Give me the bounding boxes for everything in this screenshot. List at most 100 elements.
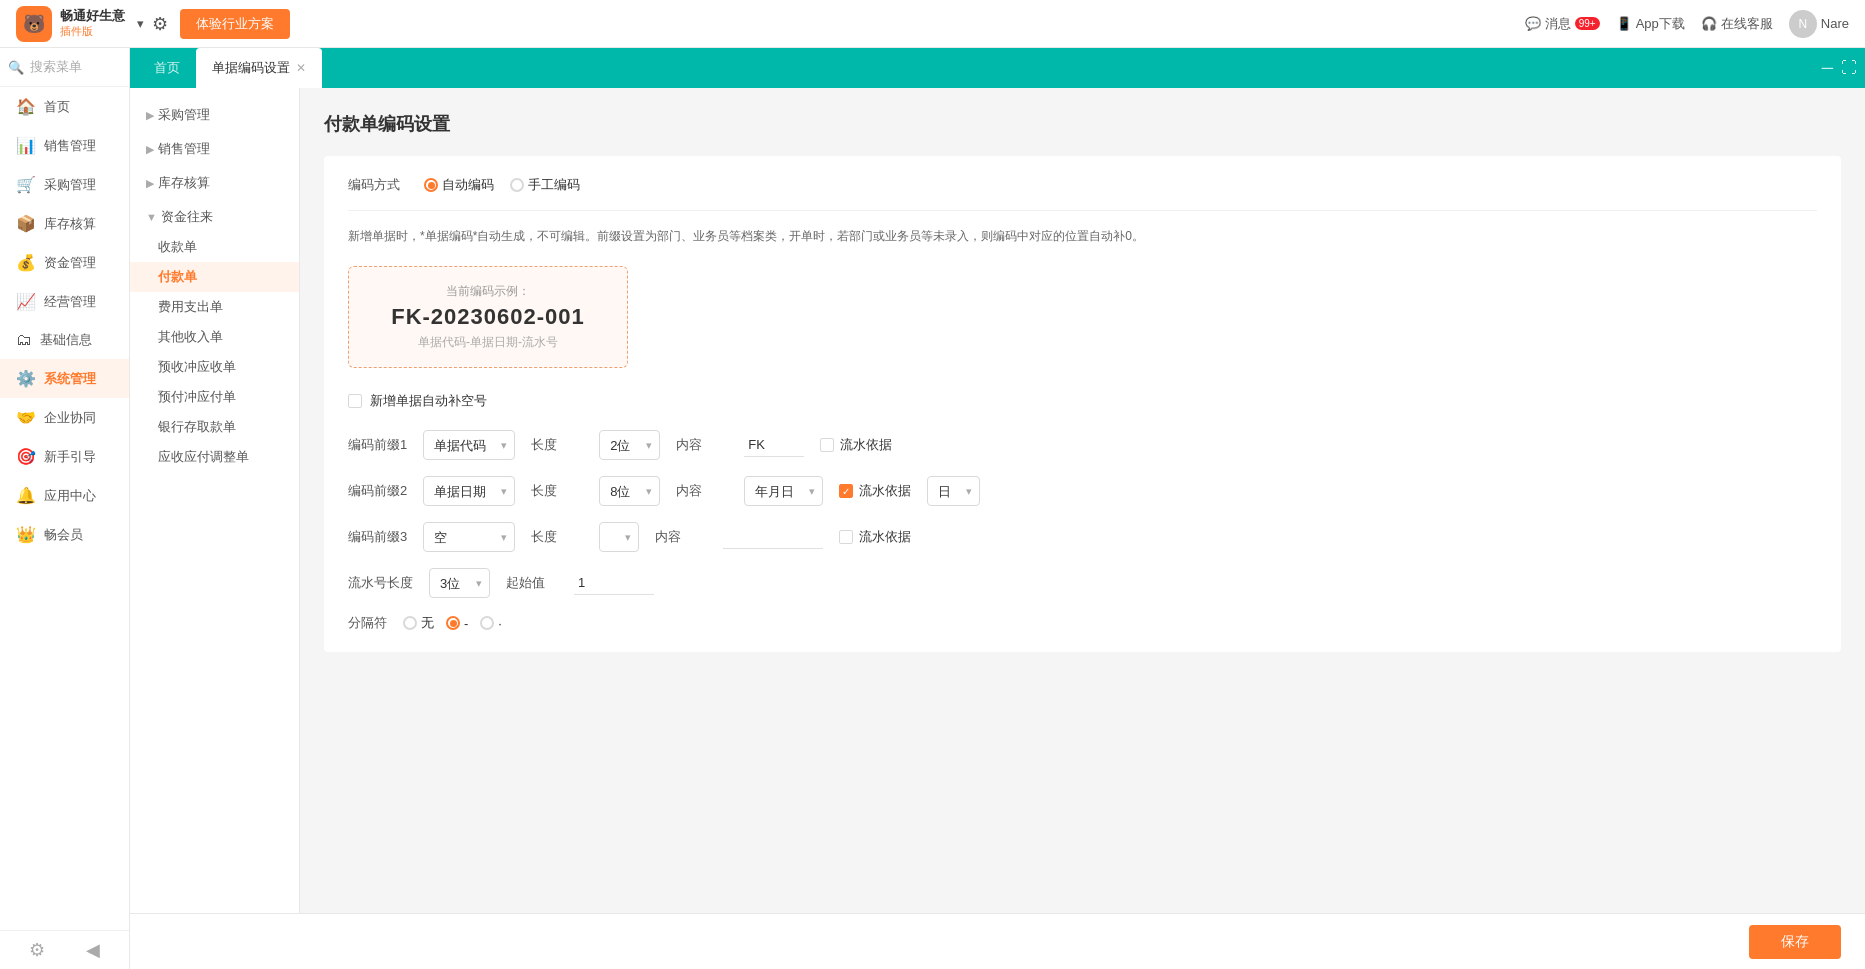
separator-row: 分隔符 无 - · [348, 614, 1817, 632]
online-service-label: 在线客服 [1721, 15, 1773, 33]
capital-icon: 💰 [16, 253, 36, 272]
sep-dot-radio[interactable] [446, 616, 460, 630]
sep-none-option[interactable]: 无 [403, 614, 434, 632]
prefix1-flow-checkbox[interactable]: 流水依据 [820, 436, 892, 454]
sidebar-item-sales[interactable]: 📊 销售管理 [0, 126, 129, 165]
avatar: N [1789, 10, 1817, 38]
app-download-item[interactable]: 📱 App下载 [1616, 15, 1685, 33]
prefix1-length-label: 长度 [531, 436, 583, 454]
sidebar-search[interactable]: 🔍 搜索菜单 [0, 48, 129, 87]
page-content: ▶ 采购管理 ▶ 销售管理 ▶ 库存核算 [130, 88, 1865, 913]
sidebar-item-guide[interactable]: 🎯 新手引导 [0, 437, 129, 476]
top-bar-right: 💬 消息 99+ 📱 App下载 🎧 在线客服 N Nare [1525, 10, 1849, 38]
online-service-item[interactable]: 🎧 在线客服 [1701, 15, 1773, 33]
prefix1-select[interactable]: 单据代码 单据日期 空 [423, 430, 515, 460]
prefix2-flow-box[interactable] [839, 484, 853, 498]
sub-group-stock: ▶ 库存核算 [130, 168, 299, 198]
sub-group-stock-title[interactable]: ▶ 库存核算 [130, 168, 299, 198]
sub-item-expense[interactable]: 费用支出单 [130, 292, 299, 322]
prefix2-length-select[interactable]: 8位 4位 6位 [599, 476, 660, 506]
prefix2-content-select[interactable]: 年月日 年月 年 [744, 476, 823, 506]
sub-item-bank[interactable]: 银行存取款单 [130, 412, 299, 442]
sub-group-label: 销售管理 [158, 140, 210, 158]
auto-encode-option[interactable]: 自动编码 [424, 176, 494, 194]
prefix2-period-select[interactable]: 日 月 年 [927, 476, 980, 506]
sub-group-purchase-title[interactable]: ▶ 采购管理 [130, 100, 299, 130]
tab-close-icon[interactable]: ✕ [296, 61, 306, 75]
sidebar-item-operation[interactable]: 📈 经营管理 [0, 282, 129, 321]
prefix1-content-input[interactable] [744, 433, 804, 457]
sidebar-item-home[interactable]: 🏠 首页 [0, 87, 129, 126]
save-button[interactable]: 保存 [1749, 925, 1841, 959]
prefix3-select[interactable]: 空 单据代码 单据日期 [423, 522, 515, 552]
sub-item-advance-payable[interactable]: 预付冲应付单 [130, 382, 299, 412]
sep-dot2-radio[interactable] [480, 616, 494, 630]
sub-group-sales-title[interactable]: ▶ 销售管理 [130, 134, 299, 164]
sidebar-item-purchase[interactable]: 🛒 采购管理 [0, 165, 129, 204]
prefix2-select[interactable]: 单据日期 单据代码 空 [423, 476, 515, 506]
preview-box: 当前编码示例： FK-20230602-001 单据代码-单据日期-流水号 [348, 266, 628, 368]
trial-button[interactable]: 体验行业方案 [180, 9, 290, 39]
settings-icon[interactable]: ⚙ [152, 13, 168, 35]
user-avatar-item[interactable]: N Nare [1789, 10, 1849, 38]
tab-home[interactable]: 首页 [138, 48, 196, 88]
sub-item-advance-receivable[interactable]: 预收冲应收单 [130, 352, 299, 382]
serial-length-select[interactable]: 3位 4位 5位 [429, 568, 490, 598]
prefix3-content-input[interactable] [723, 525, 823, 549]
prefix1-length-select[interactable]: 2位 4位 6位 [599, 430, 660, 460]
prefix1-length-select-wrap: 2位 4位 6位 [599, 430, 660, 460]
separator-options: 无 - · [403, 614, 502, 632]
sidebar-item-stock[interactable]: 📦 库存核算 [0, 204, 129, 243]
sub-group-label: 采购管理 [158, 106, 210, 124]
sidebar-item-capital[interactable]: 💰 资金管理 [0, 243, 129, 282]
sub-group-capital-title[interactable]: ▼ 资金往来 [130, 202, 299, 232]
sidebar-item-base[interactable]: 🗂 基础信息 [0, 321, 129, 359]
username-label: Nare [1821, 16, 1849, 31]
start-value-label: 起始值 [506, 574, 558, 592]
logo-text-block: 畅通好生意 插件版 [60, 8, 125, 39]
sub-item-receipt[interactable]: 收款单 [130, 232, 299, 262]
start-value-input[interactable] [574, 571, 654, 595]
sub-group-sales: ▶ 销售管理 [130, 134, 299, 164]
sub-item-payment[interactable]: 付款单 [130, 262, 299, 292]
sep-dot-option[interactable]: - [446, 616, 468, 631]
sidebar-item-member[interactable]: 👑 畅会员 [0, 515, 129, 554]
prefix3-flow-box[interactable] [839, 530, 853, 544]
sidebar-search-label: 搜索菜单 [30, 58, 82, 76]
sidebar-item-system[interactable]: ⚙️ 系统管理 [0, 359, 129, 398]
sidebar-item-label: 销售管理 [44, 137, 96, 155]
message-item[interactable]: 💬 消息 99+ [1525, 15, 1600, 33]
sub-item-ar-ap-adjust[interactable]: 应收应付调整单 [130, 442, 299, 472]
prefix3-length-select[interactable] [599, 522, 639, 552]
sub-item-other-income[interactable]: 其他收入单 [130, 322, 299, 352]
settings-bottom-icon[interactable]: ⚙ [29, 939, 45, 961]
separator-label: 分隔符 [348, 614, 387, 632]
auto-fill-label: 新增单据自动补空号 [370, 392, 487, 410]
prefix3-select-wrap: 空 单据代码 单据日期 [423, 522, 515, 552]
app-logo: 🐻 畅通好生意 插件版 [16, 6, 125, 42]
sep-dot2-option[interactable]: · [480, 616, 502, 631]
prefix3-content-label: 内容 [655, 528, 707, 546]
sidebar-item-label: 系统管理 [44, 370, 96, 388]
app-download-label: App下载 [1636, 15, 1685, 33]
prefix1-flow-box[interactable] [820, 438, 834, 452]
tab-encode-setting[interactable]: 单据编码设置 ✕ [196, 48, 322, 88]
collapse-icon[interactable]: ◀ [86, 939, 100, 961]
nav-dropdown[interactable]: ▾ [137, 16, 144, 31]
prefix2-label: 编码前缀2 [348, 482, 407, 500]
tab-minimize-icon[interactable]: ─ [1822, 59, 1833, 77]
sidebar-item-enterprise[interactable]: 🤝 企业协同 [0, 398, 129, 437]
sidebar-item-apps[interactable]: 🔔 应用中心 [0, 476, 129, 515]
auto-encode-radio[interactable] [424, 178, 438, 192]
tab-maximize-icon[interactable]: ⛶ [1841, 59, 1857, 77]
sep-none-radio[interactable] [403, 616, 417, 630]
prefix2-flow-checkbox[interactable]: 流水依据 [839, 482, 911, 500]
serial-length-select-wrap: 3位 4位 5位 [429, 568, 490, 598]
prefix3-flow-checkbox[interactable]: 流水依据 [839, 528, 911, 546]
auto-fill-checkbox[interactable] [348, 394, 362, 408]
manual-encode-option[interactable]: 手工编码 [510, 176, 580, 194]
member-icon: 👑 [16, 525, 36, 544]
manual-encode-radio[interactable] [510, 178, 524, 192]
preview-sub: 单据代码-单据日期-流水号 [418, 334, 558, 351]
sub-group-label: 资金往来 [161, 208, 213, 226]
